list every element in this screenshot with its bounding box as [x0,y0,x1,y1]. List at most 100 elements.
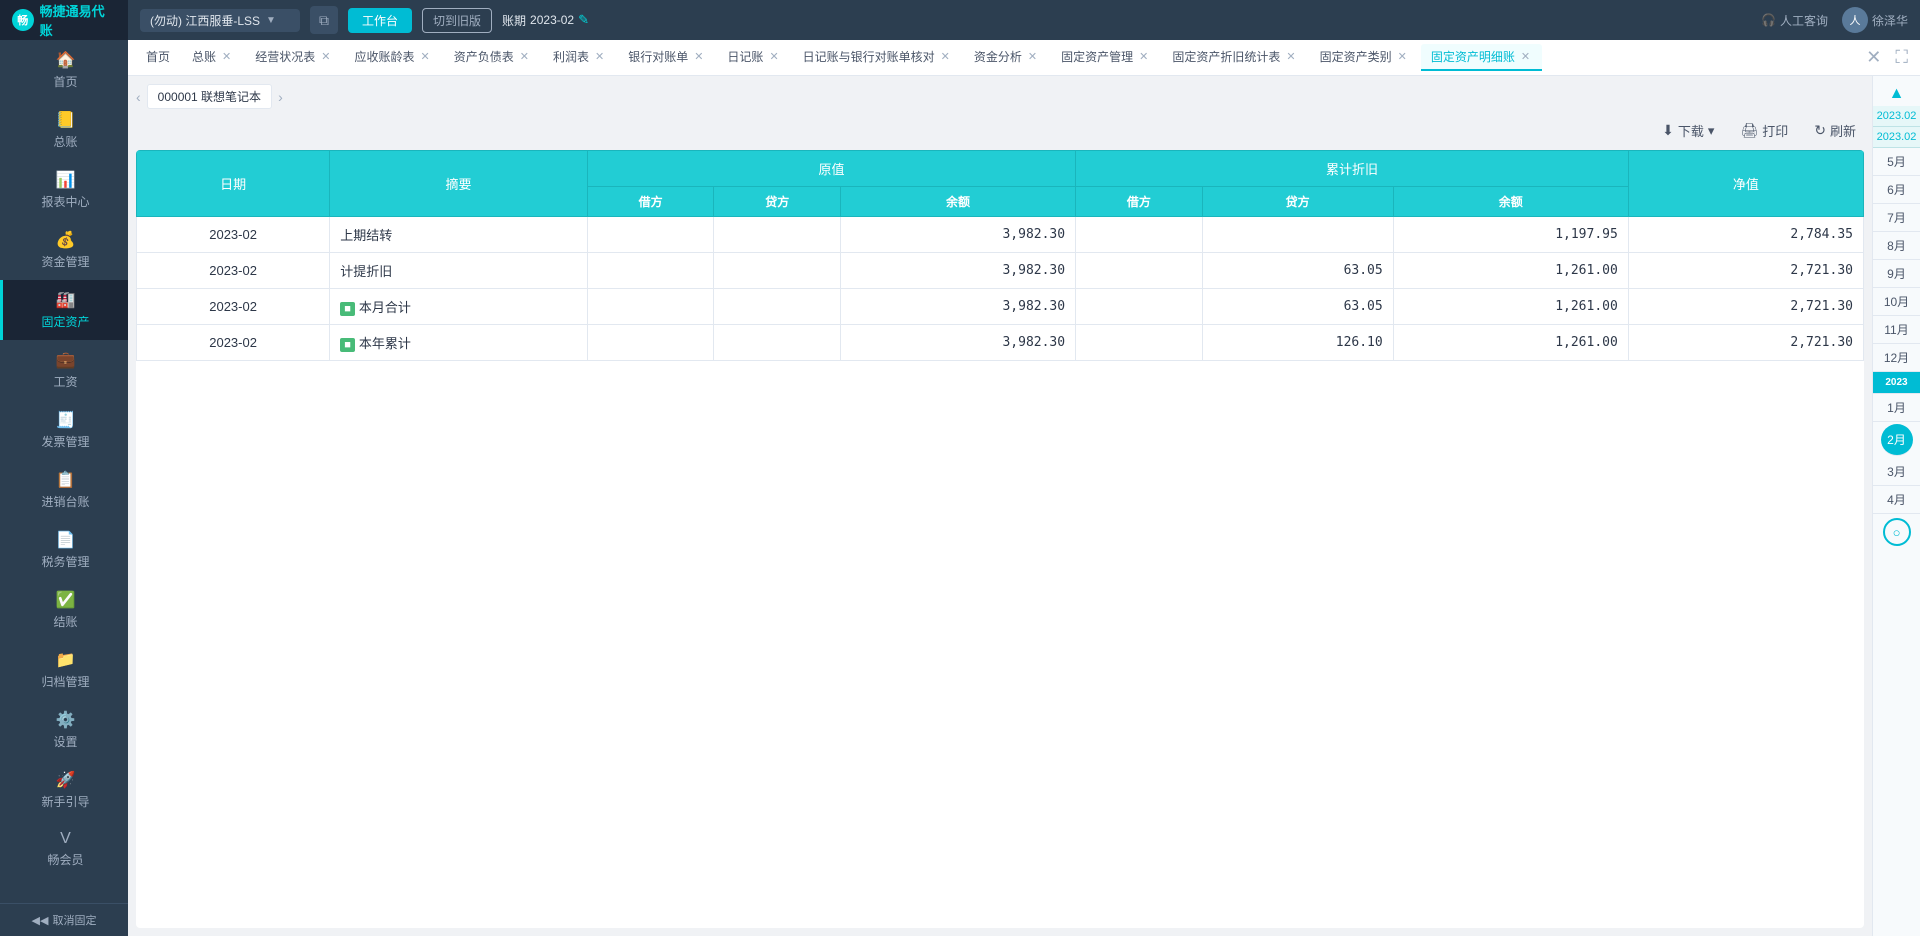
right-panel-month[interactable]: 10月 [1873,288,1920,316]
tab-资金分析[interactable]: 资金分析✕ [964,44,1049,71]
topbar-right: 🎧 人工客询 人 徐泽华 [1761,7,1908,33]
tab-日记账与银行对账单核对[interactable]: 日记账与银行对账单核对✕ [793,44,962,71]
workbench-button[interactable]: 工作台 [348,8,412,33]
sidebar-item-税务管理[interactable]: 📄税务管理 [0,520,128,580]
breadcrumb-item[interactable]: 000001 联想笔记本 [147,84,272,109]
sidebar-item-总账[interactable]: 📒总账 [0,100,128,160]
col-acc-credit: 贷方 [1202,187,1393,217]
sidebar-item-报表中心[interactable]: 📊报表中心 [0,160,128,220]
sidebar-item-固定资产[interactable]: 🏭固定资产 [0,280,128,340]
cell-acc-debit [1076,253,1203,289]
sidebar-item-首页[interactable]: 🏠首页 [0,40,128,100]
sidebar-item-畅会员[interactable]: V畅会员 [0,820,128,878]
company-selector[interactable]: (勿动) 江西服垂-LSS ▼ [140,9,300,32]
cell-orig-credit [714,253,841,289]
tab-close-icon[interactable]: ✕ [419,49,432,64]
tab-close-icon[interactable]: ✕ [1284,49,1297,64]
right-panel-month[interactable]: 11月 [1873,316,1920,344]
tab-close-icon[interactable]: ✕ [767,49,780,64]
tab-close-icon[interactable]: ✕ [319,49,332,64]
tab-close-icon[interactable]: ✕ [220,49,233,64]
row-tag: ■ [340,338,355,352]
tab-固定资产折旧统计表[interactable]: 固定资产折旧统计表✕ [1162,44,1307,71]
avatar: 人 [1842,7,1868,33]
download-button[interactable]: ⬇ 下载 ▾ [1654,117,1722,144]
refresh-icon: ↻ [1814,122,1826,139]
tab-银行对账单[interactable]: 银行对账单✕ [618,44,715,71]
right-panel-month[interactable]: 5月 [1873,148,1920,176]
sidebar-item-归档管理[interactable]: 📁归档管理 [0,640,128,700]
tab-日记账[interactable]: 日记账✕ [717,44,790,71]
copy-button[interactable]: ⧉ [310,6,338,34]
tab-利润表[interactable]: 利润表✕ [543,44,616,71]
up-arrow-icon[interactable]: ▲ [1886,82,1908,106]
tabbar: 首页总账✕经营状况表✕应收账龄表✕资产负债表✕利润表✕银行对账单✕日记账✕日记账… [128,40,1920,76]
tab-close-icon[interactable]: ✕ [1026,49,1039,64]
tab-资产负债表[interactable]: 资产负债表✕ [444,44,541,71]
tab-首页[interactable]: 首页 [136,44,180,71]
right-panel: ▲ 2023.02 2023.02 5月6月7月8月9月10月11月12月202… [1872,76,1920,936]
right-panel-month[interactable]: 12月 [1873,344,1920,372]
tabbar-actions: ✕ ⛶ [1862,45,1912,70]
right-panel-month[interactable]: 8月 [1873,232,1920,260]
table-row: 2023-02 ■本月合计 3,982.30 63.05 1,261.00 2,… [137,289,1864,325]
sidebar-item-新手引导[interactable]: 🚀新手引导 [0,760,128,820]
chevron-down-icon: ▾ [1708,123,1715,139]
tab-close-icon[interactable]: ✕ [1519,49,1532,64]
chevron-down-icon: ▼ [266,15,276,26]
sidebar-item-工资[interactable]: 💼工资 [0,340,128,400]
tab-close-icon[interactable]: ✕ [593,49,606,64]
tab-close-icon[interactable]: ✕ [1396,49,1409,64]
prev-arrow[interactable]: ‹ [136,89,141,105]
tab-固定资产明细账[interactable]: 固定资产明细账✕ [1421,44,1542,71]
cell-acc-debit [1076,289,1203,325]
tab-经营状况表[interactable]: 经营状况表✕ [245,44,342,71]
period-edit-icon[interactable]: ✎ [578,12,589,28]
col-accumulated-depreciation: 累计折旧 [1076,151,1629,187]
right-panel-date-bottom[interactable]: 2023.02 [1873,127,1920,148]
page-content: ‹ 000001 联想笔记本 › ⬇ 下载 ▾ 🖨 打印 ↻ 刷新 [128,76,1872,936]
sidebar-item-进销台账[interactable]: 📋进销台账 [0,460,128,520]
cell-orig-debit [587,325,714,361]
sidebar-item-发票管理[interactable]: 🧾发票管理 [0,400,128,460]
tab-固定资产类别[interactable]: 固定资产类别✕ [1310,44,1419,71]
tab-固定资产管理[interactable]: 固定资产管理✕ [1051,44,1160,71]
right-panel-month[interactable]: 1月 [1873,394,1920,422]
cell-abstract: 上期结转 [330,217,588,253]
right-panel-month[interactable]: 6月 [1873,176,1920,204]
tab-close-icon[interactable]: ✕ [939,49,952,64]
print-button[interactable]: 🖨 打印 [1732,117,1796,144]
right-panel-month[interactable]: 3月 [1873,458,1920,486]
tab-总账[interactable]: 总账✕ [182,44,243,71]
close-all-tabs-button[interactable]: ✕ [1862,45,1885,70]
cell-net-value: 2,721.30 [1628,325,1863,361]
switch-version-button[interactable]: 切到旧版 [422,8,492,33]
tab-close-icon[interactable]: ✕ [518,49,531,64]
right-panel-month-active[interactable]: 2月 [1881,424,1913,456]
tab-应收账龄表[interactable]: 应收账龄表✕ [344,44,441,71]
user-menu[interactable]: 人 徐泽华 [1842,7,1908,33]
sidebar-unpin-button[interactable]: ◀◀ 取消固定 [0,903,128,936]
cell-orig-credit [714,325,841,361]
circle-indicator[interactable]: ○ [1883,518,1911,546]
cell-date: 2023-02 [137,325,330,361]
cell-abstract: ■本年累计 [330,325,588,361]
next-arrow[interactable]: › [278,89,283,105]
right-panel-year[interactable]: 2023 [1873,372,1920,394]
sidebar-item-设置[interactable]: ⚙️设置 [0,700,128,760]
sidebar-item-资金管理[interactable]: 💰资金管理 [0,220,128,280]
service-button[interactable]: 🎧 人工客询 [1761,12,1828,29]
tab-close-icon[interactable]: ✕ [1137,49,1150,64]
col-orig-credit: 贷方 [714,187,841,217]
sidebar-item-结账[interactable]: ✅结账 [0,580,128,640]
maximize-button[interactable]: ⛶ [1891,45,1912,70]
right-panel-month[interactable]: 9月 [1873,260,1920,288]
right-panel-month[interactable]: 4月 [1873,486,1920,514]
right-panel-date-top[interactable]: 2023.02 [1873,106,1920,127]
tab-close-icon[interactable]: ✕ [692,49,705,64]
cell-abstract: ■本月合计 [330,289,588,325]
refresh-button[interactable]: ↻ 刷新 [1806,117,1864,144]
sidebar-nav: 🏠首页📒总账📊报表中心💰资金管理🏭固定资产💼工资🧾发票管理📋进销台账📄税务管理✅… [0,40,128,903]
right-panel-month[interactable]: 7月 [1873,204,1920,232]
col-abstract: 摘要 [330,151,588,217]
